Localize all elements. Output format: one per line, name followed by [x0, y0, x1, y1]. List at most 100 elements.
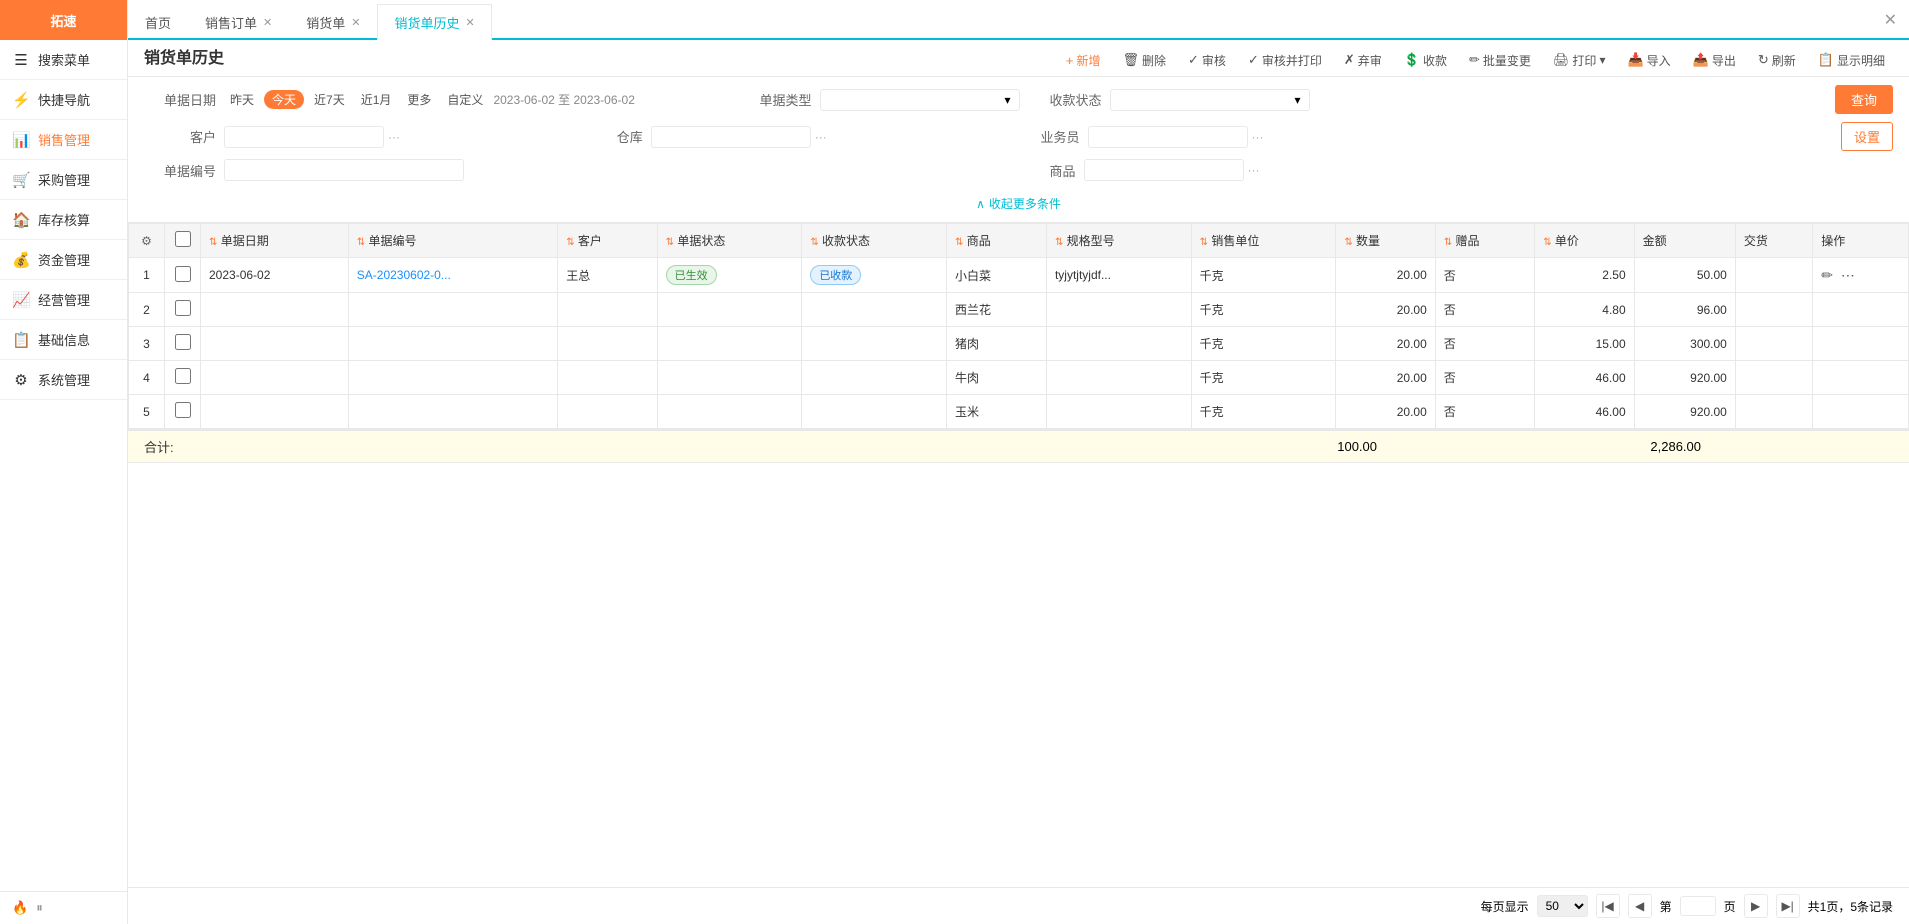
cell-action [1813, 361, 1909, 395]
doc-type-select[interactable]: ▾ [820, 89, 1020, 111]
col-header-spec-type[interactable]: ⇅ 规格型号 [1046, 224, 1191, 258]
sidebar-item-system[interactable]: ⚙ 系统管理 [0, 360, 127, 400]
tab-sales-delivery[interactable]: 销货单 ✕ [289, 4, 377, 40]
basic-icon: 📋 [12, 331, 30, 349]
pause-icon[interactable]: ⏸ [36, 900, 43, 916]
date-btn-1month[interactable]: 近1月 [355, 90, 398, 109]
window-close-button[interactable]: ✕ [1872, 2, 1909, 38]
salesperson-label: 业务员 [1028, 127, 1088, 146]
first-page-button[interactable]: |◀ [1596, 894, 1620, 918]
sidebar-item-operation[interactable]: 📈 经营管理 [0, 280, 127, 320]
col-header-goods[interactable]: ⇅ 商品 [947, 224, 1047, 258]
col-header-gift[interactable]: ⇅ 赠品 [1435, 224, 1534, 258]
export-button[interactable]: 📤 导出 [1685, 48, 1744, 73]
sidebar-item-basic[interactable]: 📋 基础信息 [0, 320, 127, 360]
salesperson-dots[interactable]: ··· [1252, 130, 1264, 144]
quicknav-icon: ⚡ [12, 91, 30, 109]
import-icon: 📥 [1627, 52, 1643, 68]
doc-no-input[interactable] [224, 159, 464, 181]
cell-row-num: 3 [129, 327, 165, 361]
edit-action-icon[interactable]: ✏ [1821, 267, 1833, 284]
sidebar-item-search[interactable]: ☰ 搜索菜单 [0, 40, 127, 80]
col-header-payment-status[interactable]: ⇅ 收款状态 [802, 224, 947, 258]
cell-gift: 否 [1435, 258, 1534, 293]
total-quantity: 100.00 [1281, 439, 1401, 454]
last-page-button[interactable]: ▶| [1776, 894, 1800, 918]
row-checkbox[interactable] [175, 402, 191, 418]
sidebar-item-finance[interactable]: 💰 资金管理 [0, 240, 127, 280]
tab-sales-order-close[interactable]: ✕ [263, 16, 272, 29]
row-checkbox[interactable] [175, 266, 191, 282]
collect-button[interactable]: 💲 收款 [1396, 48, 1455, 73]
export-icon: 📤 [1693, 52, 1709, 68]
doc-no-label: 单据编号 [144, 161, 224, 180]
warehouse-dots[interactable]: ··· [815, 130, 827, 144]
col-header-sales-unit[interactable]: ⇅ 销售单位 [1191, 224, 1336, 258]
tab-sales-history-close[interactable]: ✕ [466, 16, 475, 29]
table-gear-icon[interactable]: ⚙ [141, 234, 152, 248]
sidebar-item-quicknav[interactable]: ⚡ 快捷导航 [0, 80, 127, 120]
discard-button[interactable]: ✗ 弃审 [1336, 48, 1390, 73]
refresh-button[interactable]: ↻ 刷新 [1750, 48, 1804, 73]
customer-input[interactable] [224, 126, 384, 148]
date-btn-7days[interactable]: 近7天 [308, 90, 351, 109]
delete-button[interactable]: 🗑 删除 [1114, 48, 1174, 73]
collapse-filter-button[interactable]: ∧ 收起更多条件 [144, 191, 1893, 216]
sidebar-item-inventory[interactable]: 🏠 库存核算 [0, 200, 127, 240]
batch-change-button[interactable]: ✏ 批量变更 [1461, 48, 1539, 73]
cell-unit-price: 4.80 [1535, 293, 1634, 327]
cell-spec-type [1046, 395, 1191, 429]
row-checkbox[interactable] [175, 334, 191, 350]
show-detail-button[interactable]: 📋 显示明细 [1810, 48, 1893, 73]
sidebar-item-purchase[interactable]: 🛒 采购管理 [0, 160, 127, 200]
cell-customer [558, 395, 657, 429]
setting-button[interactable]: 设置 [1841, 122, 1893, 151]
purchase-icon: 🛒 [12, 171, 30, 189]
app-logo: 拓速 [0, 0, 127, 40]
prev-page-button[interactable]: ◀ [1628, 894, 1652, 918]
query-button[interactable]: 查询 [1835, 85, 1893, 114]
goods-input[interactable] [1084, 159, 1244, 181]
goods-dots[interactable]: ··· [1248, 163, 1260, 177]
audit-button[interactable]: ✓ 审核 [1180, 48, 1234, 73]
customer-dots[interactable]: ··· [388, 130, 400, 144]
sidebar-item-label: 采购管理 [38, 170, 90, 189]
tab-sales-history[interactable]: 销货单历史 ✕ [377, 4, 491, 40]
sort-icon: ⇅ [1444, 237, 1452, 248]
cell-gift: 否 [1435, 361, 1534, 395]
col-header-quantity[interactable]: ⇅ 数量 [1336, 224, 1435, 258]
payment-status-select[interactable]: ▾ [1110, 89, 1310, 111]
tab-sales-delivery-close[interactable]: ✕ [351, 16, 360, 29]
next-page-button[interactable]: ▶ [1744, 894, 1768, 918]
col-header-doc-date[interactable]: ⇅ 单据日期 [201, 224, 349, 258]
sidebar-item-sales[interactable]: 📊 销售管理 [0, 120, 127, 160]
more-action-icon[interactable]: ⋯ [1841, 267, 1855, 284]
tab-home[interactable]: 首页 [128, 4, 188, 40]
audit-print-button[interactable]: ✓ 审核并打印 [1240, 48, 1330, 73]
doc-type-label: 单据类型 [750, 90, 820, 109]
import-button[interactable]: 📥 导入 [1619, 48, 1678, 73]
date-btn-custom[interactable]: 自定义 [441, 90, 489, 109]
salesperson-input[interactable] [1088, 126, 1248, 148]
new-button[interactable]: + 新增 [1058, 48, 1109, 73]
col-header-customer[interactable]: ⇅ 客户 [558, 224, 657, 258]
page-number-input[interactable]: 1 [1680, 896, 1716, 916]
tab-sales-order[interactable]: 销售订单 ✕ [188, 4, 289, 40]
row-checkbox[interactable] [175, 368, 191, 384]
row-checkbox[interactable] [175, 300, 191, 316]
date-btn-more[interactable]: 更多 [401, 90, 437, 109]
doc-no-link[interactable]: SA-20230602-0... [357, 268, 451, 282]
col-header-doc-status[interactable]: ⇅ 单据状态 [657, 224, 802, 258]
col-header-doc-no[interactable]: ⇅ 单据编号 [348, 224, 557, 258]
select-all-checkbox[interactable] [175, 231, 191, 247]
print-button[interactable]: 🖨 打印 ▾ [1545, 48, 1614, 73]
toolbar: + 新增 🗑 删除 ✓ 审核 ✓ 审核并打印 ✗ 弃审 [1058, 46, 1893, 75]
date-btn-today[interactable]: 今天 [264, 90, 304, 109]
date-btn-yesterday[interactable]: 昨天 [224, 90, 260, 109]
cell-transaction [1735, 395, 1812, 429]
per-page-select[interactable]: 50 100 200 [1537, 895, 1588, 917]
fire-icon[interactable]: 🔥 [12, 900, 28, 916]
cell-doc-no [348, 293, 557, 327]
warehouse-input[interactable] [651, 126, 811, 148]
col-header-unit-price[interactable]: ⇅ 单价 [1535, 224, 1634, 258]
